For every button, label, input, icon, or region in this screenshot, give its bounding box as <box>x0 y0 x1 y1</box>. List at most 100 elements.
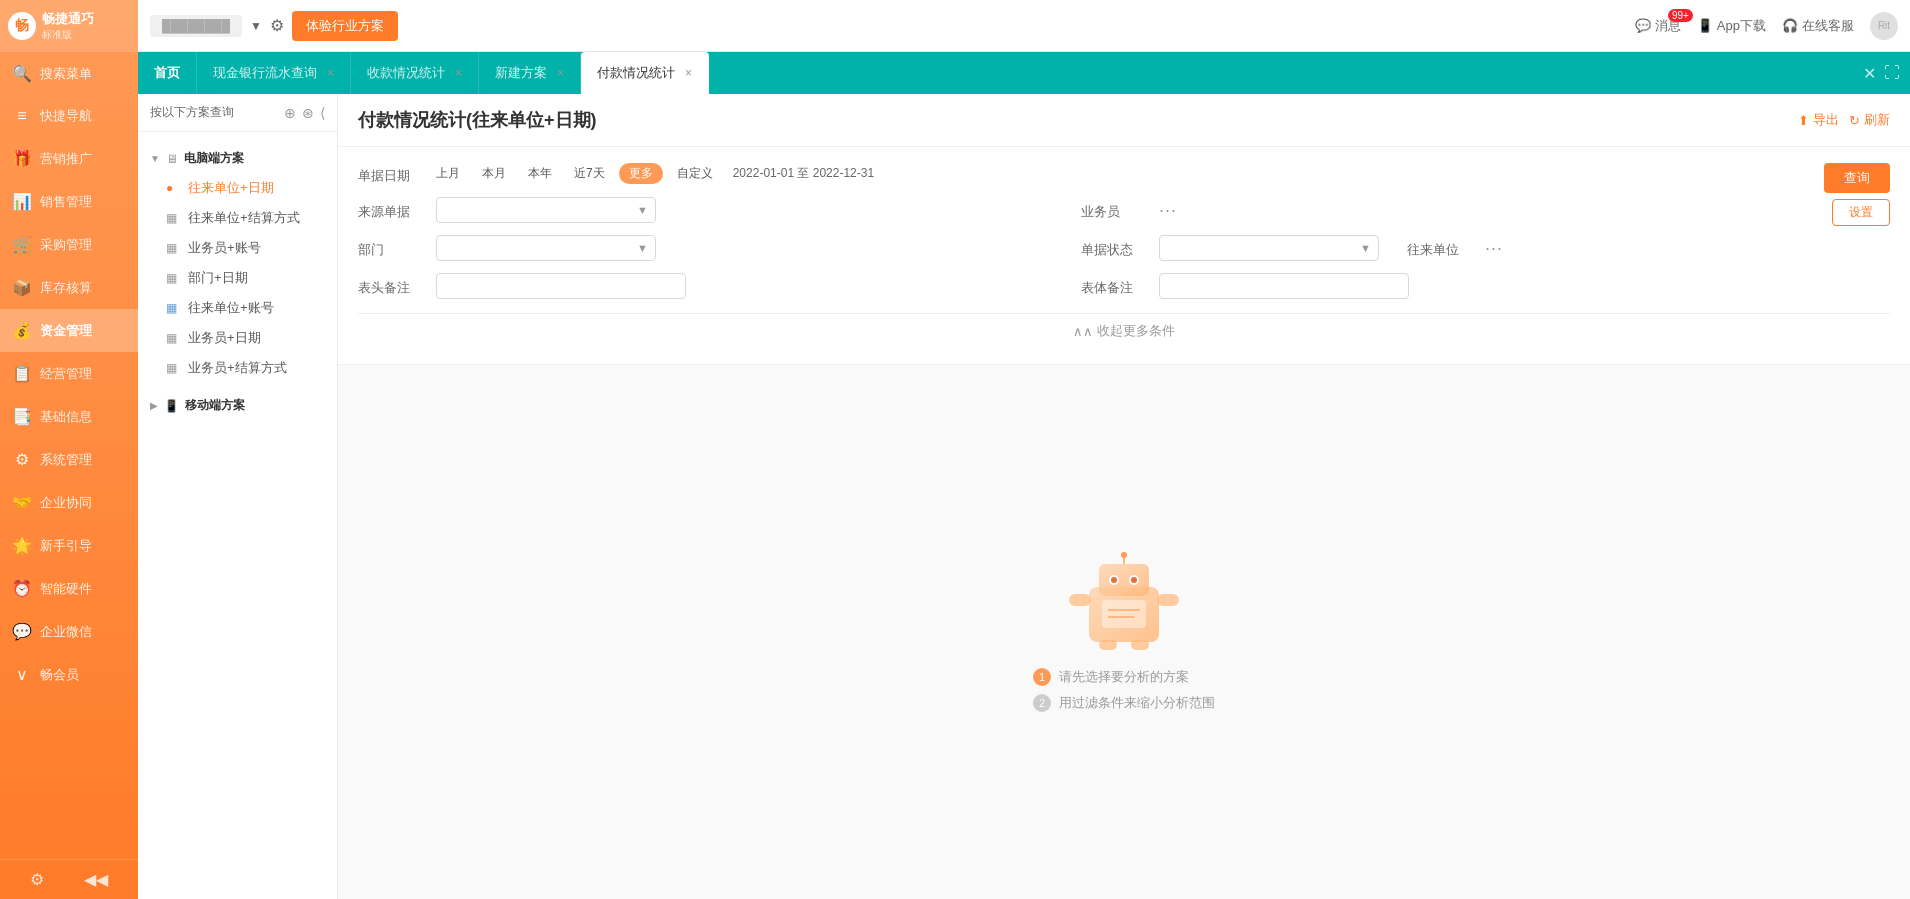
dept-select-wrap: ▼ <box>436 235 656 261</box>
collapse-scheme-icon[interactable]: ⟨ <box>320 105 325 121</box>
scheme-item-salesperson-account[interactable]: ▦ 业务员+账号 <box>138 233 337 263</box>
date-option-more[interactable]: 更多 <box>619 163 663 184</box>
empty-area: 1 请先选择要分析的方案 2 用过滤条件来缩小分析范围 <box>338 365 1910 899</box>
page-content: 按以下方案查询 ⊕ ⊛ ⟨ ▼ 🖥 电脑端方案 ● <box>138 94 1910 899</box>
source-select-wrap: ▼ <box>436 197 656 223</box>
tab-payment-close-icon[interactable]: × <box>685 66 692 80</box>
date-option-this-year[interactable]: 本年 <box>520 163 560 184</box>
sidebar-item-inventory[interactable]: 📦库存核算 <box>0 266 138 309</box>
tab-payment[interactable]: 付款情况统计 × <box>581 52 709 94</box>
counterpart-select[interactable]: ··· <box>1485 238 1503 259</box>
scheme-item-counterpart-settle[interactable]: ▦ 往来单位+结算方式 <box>138 203 337 233</box>
empty-tip-1: 1 请先选择要分析的方案 <box>1033 668 1215 686</box>
settings-scheme-icon[interactable]: ⊛ <box>302 105 314 121</box>
sidebar-item-member[interactable]: ∨畅会员 <box>0 653 138 696</box>
sidebar-item-search[interactable]: 🔍搜索菜单 <box>0 52 138 95</box>
query-button[interactable]: 查询 <box>1824 163 1890 193</box>
svg-point-7 <box>1121 552 1127 558</box>
date-range-display: 2022-01-01 至 2022-12-31 <box>733 165 874 182</box>
sidebar-item-label: 企业协同 <box>40 494 92 512</box>
sidebar-item-enterprise[interactable]: 🤝企业协同 <box>0 481 138 524</box>
sidebar-item-quicknav[interactable]: ≡快捷导航 <box>0 95 138 137</box>
collapse-label: 收起更多条件 <box>1097 322 1175 340</box>
trial-button[interactable]: 体验行业方案 <box>292 11 398 41</box>
scheme-item-dept-date[interactable]: ▦ 部门+日期 <box>138 263 337 293</box>
settings-icon[interactable]: ⚙ <box>270 16 284 35</box>
scheme-header-label: 按以下方案查询 <box>150 104 234 121</box>
scheme-group-mobile-header[interactable]: ▶ 📱 移动端方案 <box>138 391 337 420</box>
user-avatar[interactable]: Rit <box>1870 12 1898 40</box>
export-label: 导出 <box>1813 111 1839 129</box>
scheme-group-desktop-header[interactable]: ▼ 🖥 电脑端方案 <box>138 144 337 173</box>
account-dropdown-icon[interactable]: ▼ <box>250 19 262 33</box>
desktop-icon: 🖥 <box>166 152 178 166</box>
page-title: 付款情况统计(往来单位+日期) <box>358 108 597 132</box>
add-scheme-icon[interactable]: ⊕ <box>284 105 296 121</box>
refresh-button[interactable]: ↻ 刷新 <box>1849 111 1890 129</box>
sidebar-item-purchase[interactable]: 🛒采购管理 <box>0 223 138 266</box>
quicknav-icon: ≡ <box>12 107 32 125</box>
svg-point-5 <box>1131 577 1137 583</box>
date-option-last7days[interactable]: 近7天 <box>566 163 613 184</box>
mobile-icon: 📱 <box>164 399 179 413</box>
filter-settings-button[interactable]: 设置 <box>1832 199 1890 226</box>
tip-text-1: 请先选择要分析的方案 <box>1059 668 1189 686</box>
doc-status-select[interactable] <box>1159 235 1379 261</box>
scheme-item-icon: ▦ <box>166 331 182 345</box>
scheme-item-salesperson-settle[interactable]: ▦ 业务员+结算方式 <box>138 353 337 383</box>
sidebar-item-basicinfo[interactable]: 📑基础信息 <box>0 395 138 438</box>
sidebar-item-system[interactable]: ⚙系统管理 <box>0 438 138 481</box>
source-select[interactable] <box>436 197 656 223</box>
sidebar-item-wechat[interactable]: 💬企业微信 <box>0 610 138 653</box>
tab-spacer <box>709 52 1853 94</box>
sidebar-item-operations[interactable]: 📋经营管理 <box>0 352 138 395</box>
sidebar-item-sales[interactable]: 📊销售管理 <box>0 180 138 223</box>
date-option-last-month[interactable]: 上月 <box>428 163 468 184</box>
body-note-input[interactable] <box>1159 273 1409 299</box>
maximize-icon[interactable]: ⛶ <box>1884 64 1900 82</box>
close-tab-icon[interactable]: ✕ <box>1863 64 1876 83</box>
sidebar-item-guide[interactable]: 🌟新手引导 <box>0 524 138 567</box>
service-label: 在线客服 <box>1802 17 1854 35</box>
sidebar-item-hardware[interactable]: ⏰智能硬件 <box>0 567 138 610</box>
app-download-button[interactable]: 📱 App下载 <box>1697 17 1766 35</box>
svg-rect-12 <box>1102 600 1146 628</box>
tab-collection[interactable]: 收款情况统计 × <box>351 52 479 94</box>
dept-select[interactable] <box>436 235 656 261</box>
date-option-this-month[interactable]: 本月 <box>474 163 514 184</box>
collapse-sidebar-icon[interactable]: ◀◀ <box>84 870 108 889</box>
tab-collection-close-icon[interactable]: × <box>455 66 462 80</box>
refresh-icon: ↻ <box>1849 113 1860 128</box>
salesperson-select[interactable]: ··· <box>1159 200 1177 221</box>
sidebar-item-marketing[interactable]: 🎁营销推广 <box>0 137 138 180</box>
tab-cashflow-close-icon[interactable]: × <box>327 66 334 80</box>
export-button[interactable]: ⬆ 导出 <box>1798 111 1839 129</box>
header-note-input[interactable] <box>436 273 686 299</box>
scheme-header: 按以下方案查询 ⊕ ⊛ ⟨ <box>138 94 337 132</box>
sidebar-item-finance[interactable]: 💰资金管理 <box>0 309 138 352</box>
scheme-item-label: 业务员+账号 <box>188 239 261 257</box>
empty-illustration <box>1064 552 1184 652</box>
message-button[interactable]: 💬 消息 99+ <box>1635 17 1681 35</box>
scheme-item-salesperson-date[interactable]: ▦ 业务员+日期 <box>138 323 337 353</box>
scheme-group-mobile: ▶ 📱 移动端方案 <box>138 387 337 424</box>
settings-bottom-icon[interactable]: ⚙ <box>30 870 44 889</box>
tab-newscheme-close-icon[interactable]: × <box>557 66 564 80</box>
scheme-item-counterpart-account[interactable]: ▦ 往来单位+账号 <box>138 293 337 323</box>
tab-home[interactable]: 首页 <box>138 52 197 94</box>
member-icon: ∨ <box>12 665 32 684</box>
guide-icon: 🌟 <box>12 536 32 555</box>
date-option-custom[interactable]: 自定义 <box>669 163 721 184</box>
tab-cashflow[interactable]: 现金银行流水查询 × <box>197 52 351 94</box>
message-badge: 99+ <box>1668 9 1693 22</box>
scheme-item-counterpart-date[interactable]: ● 往来单位+日期 <box>138 173 337 203</box>
online-service-button[interactable]: 🎧 在线客服 <box>1782 17 1854 35</box>
logo-text: 畅捷通巧 标准版 <box>42 10 94 42</box>
collapse-filter-button[interactable]: ∧∧ 收起更多条件 <box>358 313 1890 348</box>
tab-newscheme[interactable]: 新建方案 × <box>479 52 581 94</box>
header-right: 💬 消息 99+ 📱 App下载 🎧 在线客服 Rit <box>1635 12 1898 40</box>
sidebar-item-label: 采购管理 <box>40 236 92 254</box>
sidebar-menu: 🔍搜索菜单 ≡快捷导航 🎁营销推广 📊销售管理 🛒采购管理 📦库存核算 💰资金管… <box>0 52 138 859</box>
logo-main-text: 畅捷通巧 <box>42 10 94 28</box>
chevron-right-icon: ▶ <box>150 400 158 411</box>
